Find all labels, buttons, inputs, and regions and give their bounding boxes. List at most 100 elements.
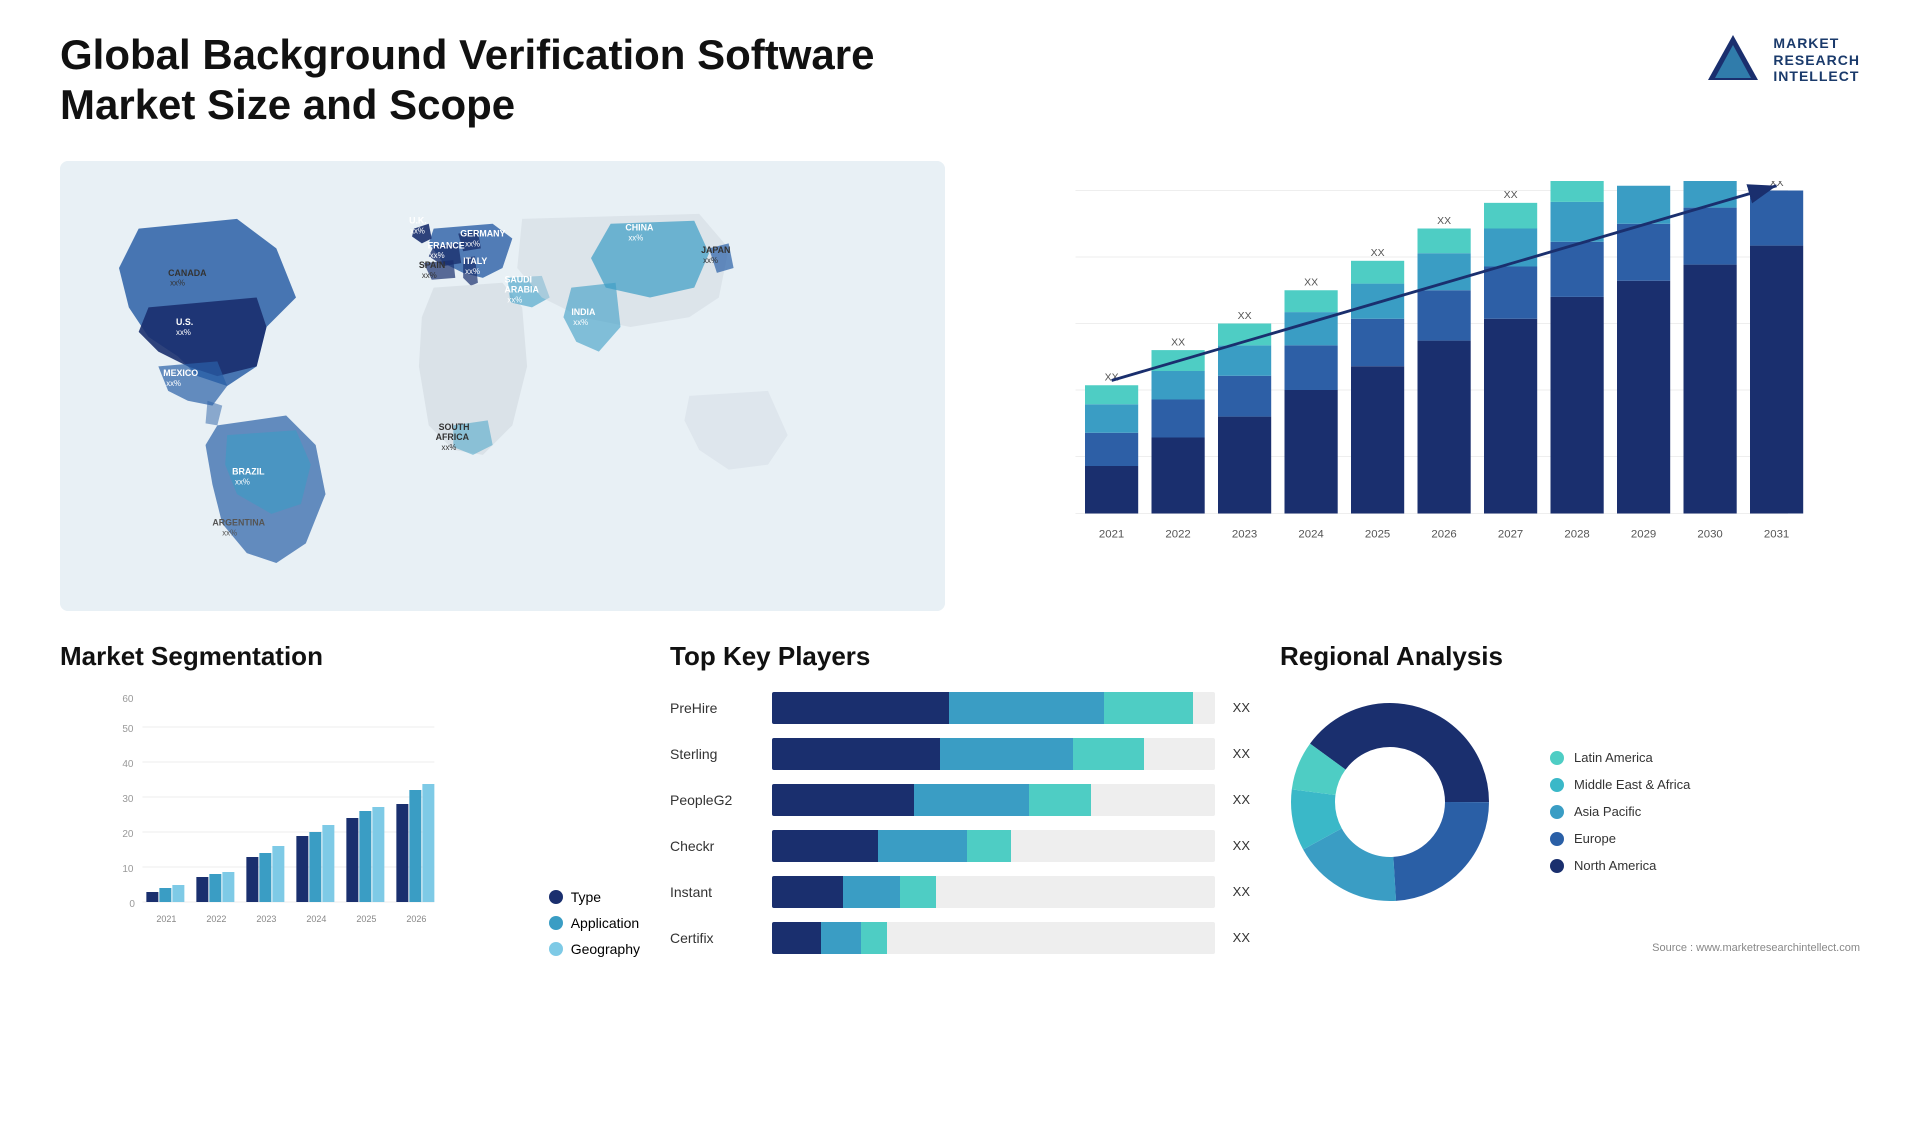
svg-text:XX: XX: [1437, 216, 1451, 227]
bar-seg3: [1073, 738, 1144, 770]
regional-item-mea: Middle East & Africa: [1550, 777, 1690, 792]
regional-item-na: North America: [1550, 858, 1690, 873]
bar-seg2: [821, 922, 861, 954]
header: Global Background Verification Software …: [60, 30, 1860, 131]
svg-text:10: 10: [122, 864, 134, 875]
page-title: Global Background Verification Software …: [60, 30, 960, 131]
growth-chart: XX 2021 XX 2022 XX 2023: [985, 181, 1850, 561]
svg-text:2027: 2027: [1498, 528, 1523, 540]
svg-text:xx%: xx%: [166, 379, 181, 388]
latin-dot: [1550, 751, 1564, 765]
players-title: Top Key Players: [670, 641, 1250, 672]
player-row: Checkr XX: [670, 830, 1250, 862]
player-row: PreHire XX: [670, 692, 1250, 724]
type-dot: [549, 890, 563, 904]
player-xx: XX: [1233, 792, 1250, 807]
svg-text:MEXICO: MEXICO: [163, 368, 198, 378]
svg-text:60: 60: [122, 694, 134, 705]
player-name: Instant: [670, 884, 760, 900]
regional-item-europe: Europe: [1550, 831, 1690, 846]
bar-seg2: [940, 738, 1073, 770]
legend-application: Application: [549, 915, 640, 931]
regional-section: Regional Analysis: [1280, 641, 1860, 957]
donut-container: [1280, 692, 1520, 932]
svg-text:ARGENTINA: ARGENTINA: [212, 517, 265, 527]
regional-title: Regional Analysis: [1280, 641, 1860, 672]
apac-dot: [1550, 805, 1564, 819]
segmentation-title: Market Segmentation: [60, 641, 640, 672]
svg-text:xx%: xx%: [465, 239, 480, 248]
svg-text:2023: 2023: [256, 914, 276, 924]
svg-text:XX: XX: [1171, 337, 1185, 348]
svg-text:SPAIN: SPAIN: [419, 260, 445, 270]
svg-text:SAUDI: SAUDI: [504, 275, 532, 285]
svg-text:U.S.: U.S.: [176, 317, 193, 327]
svg-text:xx%: xx%: [422, 271, 437, 280]
svg-text:2021: 2021: [1099, 528, 1124, 540]
player-bar-instant: [772, 876, 1215, 908]
logo-line1: MARKET: [1773, 35, 1860, 52]
player-name: PreHire: [670, 700, 760, 716]
app-dot: [549, 916, 563, 930]
svg-text:XX: XX: [1304, 277, 1318, 288]
europe-label: Europe: [1574, 831, 1616, 846]
svg-text:2024: 2024: [1298, 528, 1323, 540]
regional-legend: Latin America Middle East & Africa Asia …: [1550, 750, 1690, 873]
bar-seg3: [1029, 784, 1091, 816]
regional-content: Latin America Middle East & Africa Asia …: [1280, 692, 1860, 932]
bar-seg3: [861, 922, 888, 954]
geo-dot: [549, 942, 563, 956]
bar-seg3: [900, 876, 935, 908]
svg-text:2031: 2031: [1764, 528, 1789, 540]
bar-seg1: [772, 784, 914, 816]
latin-label: Latin America: [1574, 750, 1653, 765]
svg-text:2022: 2022: [1165, 528, 1190, 540]
player-name: PeopleG2: [670, 792, 760, 808]
logo-box: MARKET RESEARCH INTELLECT: [1703, 30, 1860, 90]
bar-seg2: [843, 876, 901, 908]
geo-label: Geography: [571, 941, 640, 957]
svg-text:xx%: xx%: [507, 295, 522, 304]
svg-text:40: 40: [122, 759, 134, 770]
svg-text:xx%: xx%: [176, 328, 191, 337]
bar-seg2: [914, 784, 1029, 816]
player-name: Certifix: [670, 930, 760, 946]
europe-dot: [1550, 832, 1564, 846]
source-text: Source : www.marketresearchintellect.com: [1280, 942, 1860, 954]
player-xx: XX: [1233, 930, 1250, 945]
svg-text:CANADA: CANADA: [168, 268, 207, 278]
player-row: Certifix XX: [670, 922, 1250, 954]
svg-text:xx%: xx%: [628, 233, 643, 242]
player-bar-certifix: [772, 922, 1215, 954]
players-chart: PreHire XX Sterling XX: [670, 692, 1250, 954]
svg-text:XX: XX: [1238, 311, 1252, 322]
svg-text:2028: 2028: [1564, 528, 1589, 540]
bar-seg2: [878, 830, 967, 862]
svg-text:JAPAN: JAPAN: [701, 245, 730, 255]
player-bar-prehire: [772, 692, 1215, 724]
svg-text:xx%: xx%: [430, 251, 445, 260]
logo-line2: RESEARCH: [1773, 52, 1860, 69]
svg-text:xx%: xx%: [573, 318, 588, 327]
world-map: CANADA xx% U.S. xx% MEXICO xx% BRAZIL xx…: [60, 161, 945, 611]
player-row: Instant XX: [670, 876, 1250, 908]
svg-text:2029: 2029: [1631, 528, 1656, 540]
svg-text:50: 50: [122, 724, 134, 735]
svg-text:2026: 2026: [406, 914, 426, 924]
svg-text:XX: XX: [1637, 181, 1651, 184]
svg-text:ITALY: ITALY: [463, 256, 487, 266]
svg-text:SOUTH: SOUTH: [439, 422, 470, 432]
player-xx: XX: [1233, 838, 1250, 853]
na-label: North America: [1574, 858, 1656, 873]
bar-seg3: [1104, 692, 1193, 724]
svg-text:2022: 2022: [206, 914, 226, 924]
bar-seg2: [949, 692, 1104, 724]
segmentation-section: Market Segmentation 0 10 20 30 40 50 60: [60, 641, 640, 957]
svg-text:2023: 2023: [1232, 528, 1257, 540]
svg-text:30: 30: [122, 794, 134, 805]
svg-text:XX: XX: [1504, 190, 1518, 201]
app-label: Application: [571, 915, 640, 931]
svg-text:2021: 2021: [156, 914, 176, 924]
svg-text:BRAZIL: BRAZIL: [232, 466, 265, 476]
legend-geography: Geography: [549, 941, 640, 957]
